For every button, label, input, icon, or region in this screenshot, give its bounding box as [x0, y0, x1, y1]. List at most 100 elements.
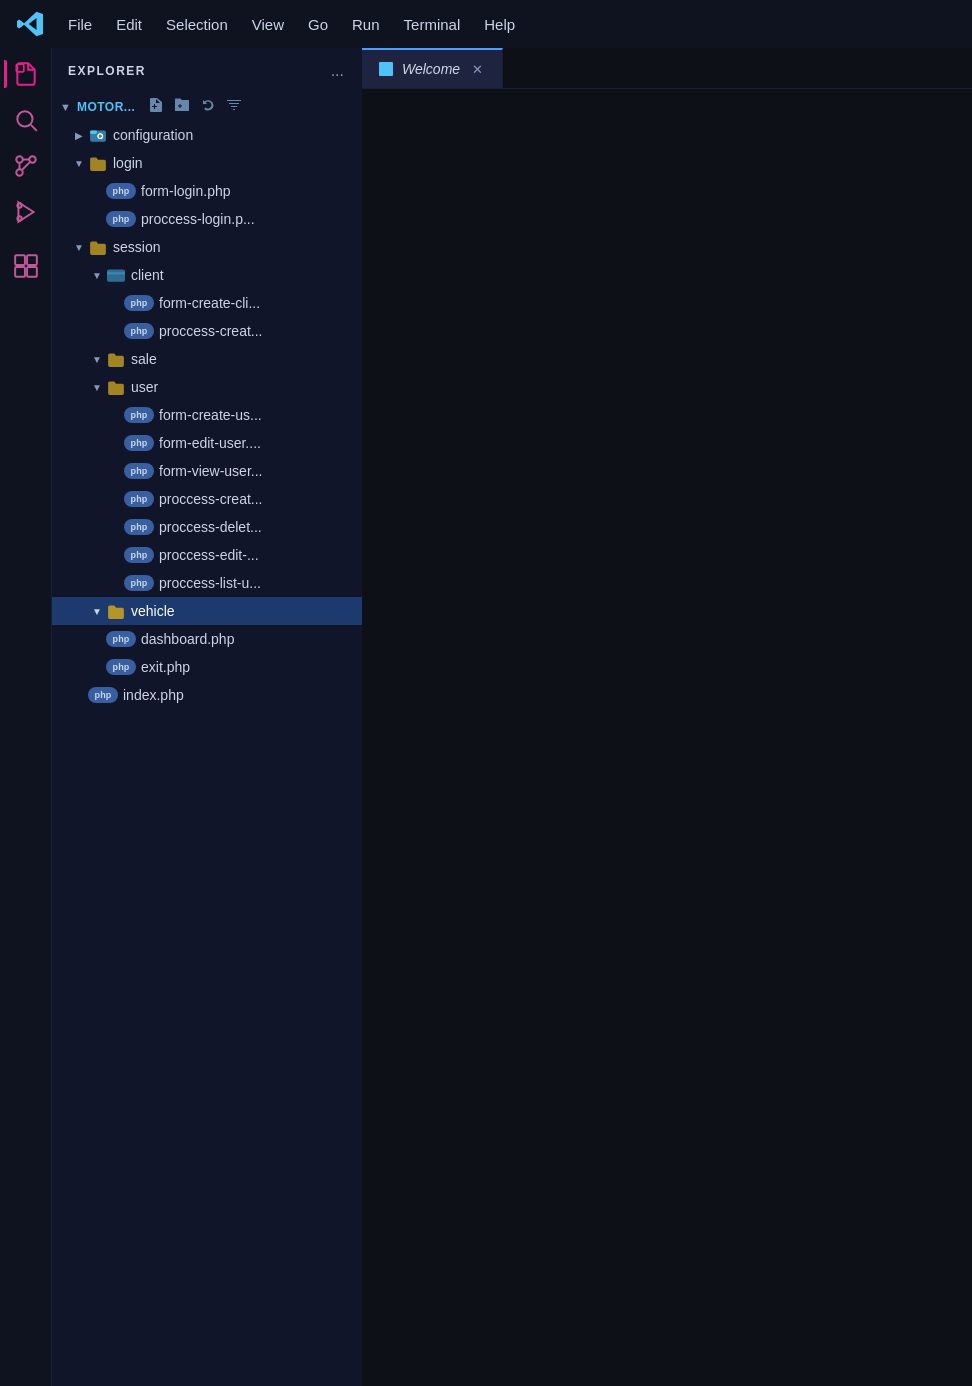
sale-label: sale — [131, 351, 157, 367]
title-bar: File Edit Selection View Go Run Terminal… — [0, 0, 972, 48]
chevron-right-icon: ▶ — [70, 126, 88, 144]
proccess-edit-label: proccess-edit-... — [159, 547, 259, 563]
chevron-down-icon-vehicle: ▼ — [88, 602, 106, 620]
menu-file[interactable]: File — [58, 12, 102, 37]
menu-edit[interactable]: Edit — [106, 12, 152, 37]
exit-label: exit.php — [141, 659, 190, 675]
tree-item-form-edit-user[interactable]: php form-edit-user.... — [52, 429, 362, 457]
proccess-login-label: proccess-login.p... — [141, 211, 255, 227]
tree-item-proccess-creat-user[interactable]: php proccess-creat... — [52, 485, 362, 513]
tab-welcome[interactable]: Welcome ✕ — [362, 48, 503, 88]
svg-rect-11 — [27, 267, 37, 277]
proccess-creat-client-label: proccess-creat... — [159, 323, 262, 339]
php-badge-form-create-cli: php — [124, 295, 154, 311]
menu-help[interactable]: Help — [474, 12, 525, 37]
menu-go[interactable]: Go — [298, 12, 338, 37]
proccess-delet-label: proccess-delet... — [159, 519, 262, 535]
tab-close-welcome[interactable]: ✕ — [468, 60, 486, 78]
root-folder-label[interactable]: MOTOR... — [77, 100, 135, 114]
client-label: client — [131, 267, 164, 283]
tabs-bar: Welcome ✕ — [362, 48, 972, 89]
tree-item-form-login[interactable]: php form-login.php — [52, 177, 362, 205]
content-area: Welcome ✕ — [362, 48, 972, 1386]
folder-login-icon — [88, 153, 108, 173]
php-badge-proccess-delet: php — [124, 519, 154, 535]
activity-source-control[interactable] — [4, 144, 48, 188]
tree-item-proccess-list-u[interactable]: php proccess-list-u... — [52, 569, 362, 597]
svg-point-1 — [17, 111, 32, 126]
php-badge-index: php — [88, 687, 118, 703]
form-create-cli-label: form-create-cli... — [159, 295, 260, 311]
activity-files[interactable] — [4, 52, 48, 96]
svg-rect-16 — [107, 269, 125, 281]
tree-item-form-view-user[interactable]: php form-view-user... — [52, 457, 362, 485]
explorer-actions: ... — [329, 60, 346, 82]
tree-item-client[interactable]: ▼ client — [52, 261, 362, 289]
chevron-down-icon-user: ▼ — [88, 378, 106, 396]
tree-item-proccess-login[interactable]: php proccess-login.p... — [52, 205, 362, 233]
activity-extensions[interactable] — [4, 244, 48, 288]
svg-point-8 — [17, 216, 21, 220]
php-badge-proccess-creat-user: php — [124, 491, 154, 507]
php-badge-proccess-login: php — [106, 211, 136, 227]
editor-area — [362, 89, 972, 1386]
php-badge-form-view-user: php — [124, 463, 154, 479]
proccess-creat-user-label: proccess-creat... — [159, 491, 262, 507]
folder-session-icon — [88, 237, 108, 257]
tree-item-proccess-delet[interactable]: php proccess-delet... — [52, 513, 362, 541]
refresh-icon[interactable] — [197, 96, 219, 117]
form-login-label: form-login.php — [141, 183, 231, 199]
svg-rect-10 — [27, 255, 37, 265]
new-folder-icon[interactable] — [171, 96, 193, 117]
tree-item-login[interactable]: ▼ login — [52, 149, 362, 177]
sidebar: EXPLORER ... ▼ MOTOR... — [52, 48, 362, 1386]
chevron-down-icon-client: ▼ — [88, 266, 106, 284]
tree-item-vehicle[interactable]: ▼ vehicle — [52, 597, 362, 625]
tree-item-index[interactable]: php index.php — [52, 681, 362, 709]
svg-rect-12 — [15, 267, 25, 277]
tree-item-form-create-us[interactable]: php form-create-us... — [52, 401, 362, 429]
index-label: index.php — [123, 687, 184, 703]
new-file-icon[interactable] — [145, 96, 167, 117]
tree-item-exit[interactable]: php exit.php — [52, 653, 362, 681]
php-badge-exit: php — [106, 659, 136, 675]
svg-point-3 — [16, 156, 23, 163]
php-badge-proccess-list-u: php — [124, 575, 154, 591]
folder-vehicle-icon — [106, 601, 126, 621]
tree-item-dashboard[interactable]: php dashboard.php — [52, 625, 362, 653]
more-options-icon[interactable]: ... — [329, 60, 346, 82]
app-icon — [12, 6, 48, 42]
dashboard-label: dashboard.php — [141, 631, 234, 647]
activity-search[interactable] — [4, 98, 48, 142]
tab-welcome-label: Welcome — [402, 61, 460, 77]
chevron-down-icon-sale: ▼ — [88, 350, 106, 368]
file-tree: ▼ MOTOR... — [52, 90, 362, 1386]
menu-terminal[interactable]: Terminal — [394, 12, 471, 37]
folder-client-icon — [106, 265, 126, 285]
svg-point-5 — [16, 169, 23, 176]
menu-selection[interactable]: Selection — [156, 12, 238, 37]
chevron-down-icon-session: ▼ — [70, 238, 88, 256]
tree-item-proccess-creat-client[interactable]: php proccess-creat... — [52, 317, 362, 345]
folder-user-icon — [106, 377, 126, 397]
svg-rect-14 — [90, 131, 97, 134]
tree-item-configuration[interactable]: ▶ configuration — [52, 121, 362, 149]
explorer-header: EXPLORER ... — [52, 48, 362, 90]
tree-item-form-create-cli[interactable]: php form-create-cli... — [52, 289, 362, 317]
menu-view[interactable]: View — [242, 12, 294, 37]
tree-item-sale[interactable]: ▼ sale — [52, 345, 362, 373]
tree-item-proccess-edit[interactable]: php proccess-edit-... — [52, 541, 362, 569]
php-badge-proccess-edit: php — [124, 547, 154, 563]
vehicle-label: vehicle — [131, 603, 175, 619]
collapse-all-icon[interactable] — [223, 96, 245, 117]
tree-item-user[interactable]: ▼ user — [52, 373, 362, 401]
tree-item-session[interactable]: ▼ session — [52, 233, 362, 261]
activity-debug[interactable] — [4, 190, 48, 234]
root-actions — [145, 96, 245, 117]
menu-run[interactable]: Run — [342, 12, 390, 37]
proccess-list-u-label: proccess-list-u... — [159, 575, 261, 591]
folder-sale-icon — [106, 349, 126, 369]
configuration-label: configuration — [113, 127, 193, 143]
php-badge-form-edit-user: php — [124, 435, 154, 451]
svg-rect-9 — [15, 255, 25, 265]
